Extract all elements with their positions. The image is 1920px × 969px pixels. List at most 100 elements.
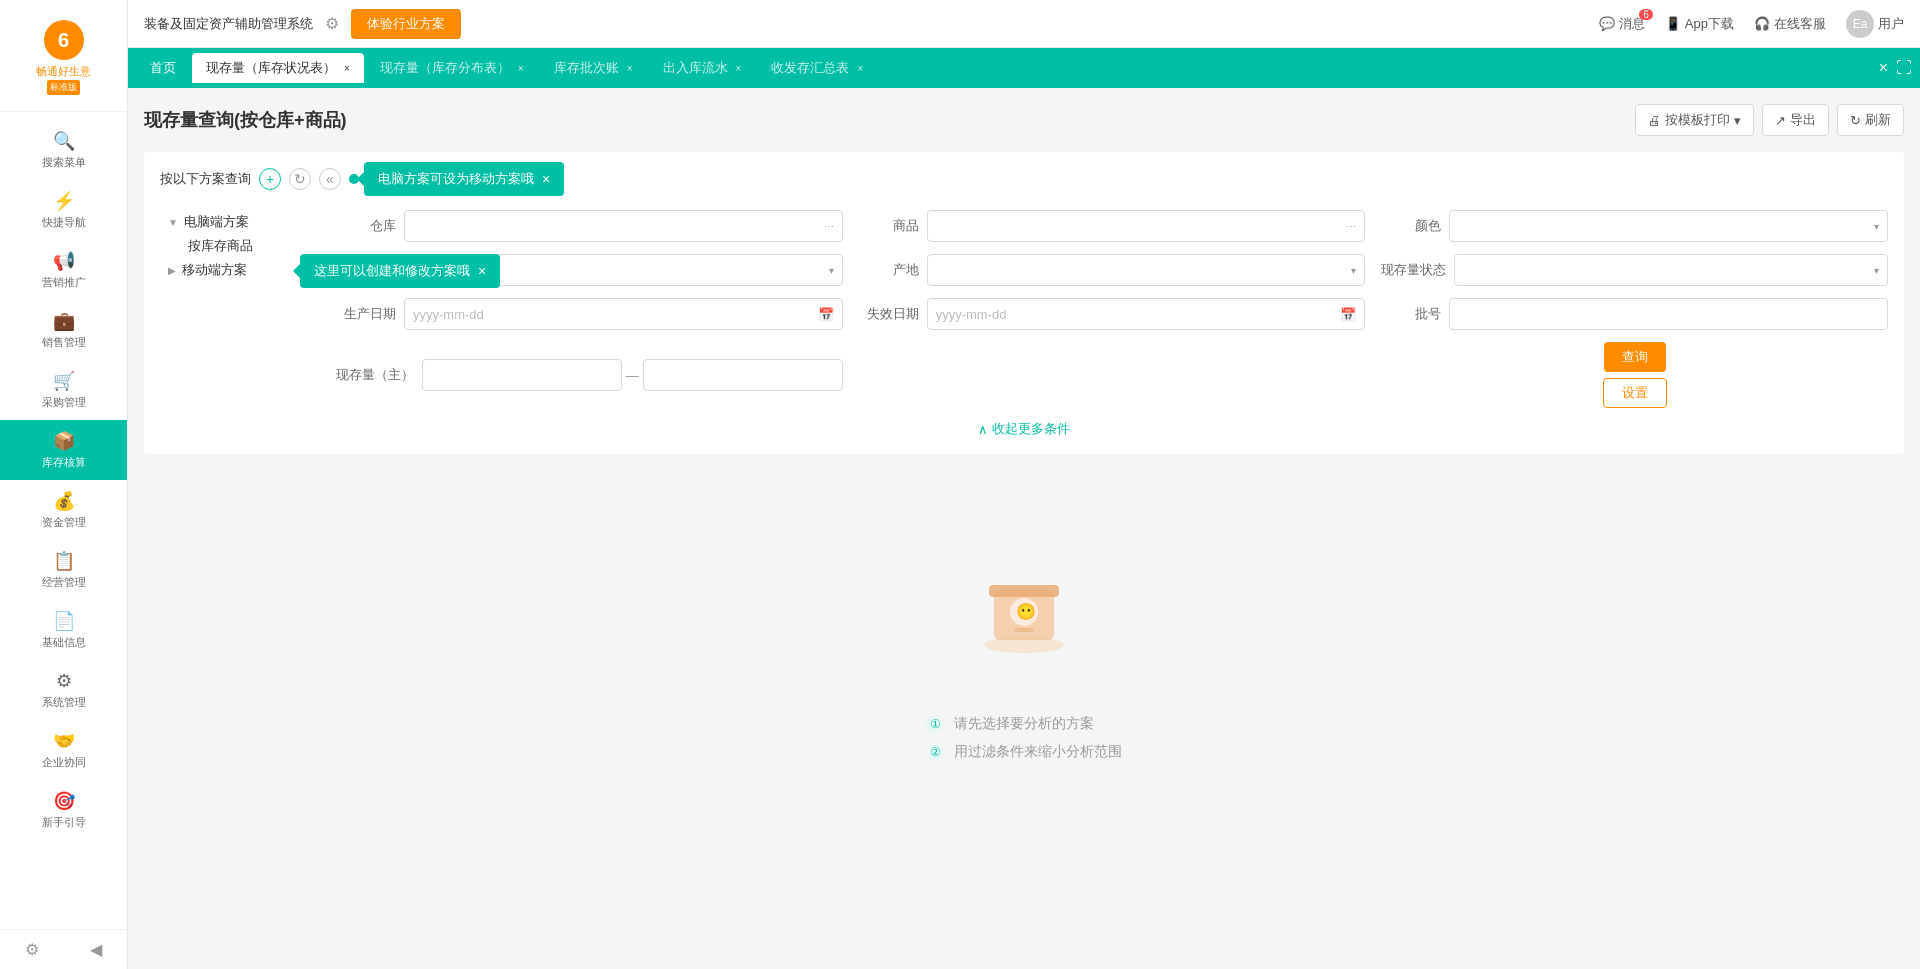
expand-arrow-icon: ▼	[168, 217, 178, 228]
support-icon: 🎧	[1754, 16, 1770, 31]
tab-close-icon[interactable]: ×	[518, 63, 524, 74]
scheme-child-label: 按库存商品	[188, 237, 253, 255]
purchase-icon: 🛒	[53, 370, 75, 392]
origin-select[interactable]: ▾	[927, 254, 1366, 286]
warehouse-select[interactable]: ⋯	[404, 210, 843, 242]
color-select[interactable]: ▾	[1449, 210, 1888, 242]
scheme-item-desktop[interactable]: ▼ 电脑端方案	[160, 210, 320, 234]
svg-rect-5	[1014, 628, 1034, 632]
goods-select[interactable]: ⋯	[927, 210, 1366, 242]
sidebar-item-marketing[interactable]: 📢 营销推广	[0, 240, 127, 300]
stock-status-select[interactable]: ▾	[1454, 254, 1888, 286]
print-button[interactable]: 🖨 按模板打印 ▾	[1635, 104, 1754, 136]
refresh-icon: ↻	[1850, 113, 1861, 128]
tab-close-all-btn[interactable]: ×	[1879, 59, 1888, 77]
tooltip-close-icon[interactable]: ×	[542, 171, 550, 187]
sidebar-item-finance[interactable]: 💰 资金管理	[0, 480, 127, 540]
sidebar-item-guide[interactable]: 🎯 新手引导	[0, 780, 127, 840]
tab-close-icon[interactable]: ×	[627, 63, 633, 74]
batch-no-input[interactable]	[1449, 298, 1888, 330]
svg-text:😶: 😶	[1016, 602, 1036, 621]
refresh-button[interactable]: ↻ 刷新	[1837, 104, 1904, 136]
trial-button[interactable]: 体验行业方案	[351, 9, 461, 39]
tab-batch-account[interactable]: 库存批次账 ×	[540, 53, 647, 83]
reset-button[interactable]: 设置	[1603, 378, 1667, 408]
sidebar-collapse-icon[interactable]: ◀	[90, 940, 102, 959]
tab-close-icon[interactable]: ×	[857, 63, 863, 74]
system-icon: ⚙	[56, 670, 72, 692]
print-chevron: ▾	[1734, 113, 1741, 128]
sidebar-item-operations[interactable]: 📋 经营管理	[0, 540, 127, 600]
sidebar-item-nav[interactable]: ⚡ 快捷导航	[0, 180, 127, 240]
export-button[interactable]: ↗ 导出	[1762, 104, 1829, 136]
online-support-item[interactable]: 🎧 在线客服	[1754, 15, 1826, 33]
stock-main-min-input[interactable]	[422, 359, 622, 391]
sidebar-item-label: 系统管理	[42, 695, 86, 710]
export-icon: ↗	[1775, 113, 1786, 128]
tooltip-text: 电脑方案可设为移动方案哦	[378, 170, 534, 188]
size-select-arrow: ▾	[829, 265, 834, 276]
tab-inventory-distribution[interactable]: 现存量（库存分布表） ×	[366, 53, 538, 83]
sidebar-item-basic-info[interactable]: 📄 基础信息	[0, 600, 127, 660]
notification-icon: 💬	[1599, 16, 1615, 31]
tab-close-icon[interactable]: ×	[736, 63, 742, 74]
header-gear-icon[interactable]: ⚙	[325, 14, 339, 33]
tab-home[interactable]: 首页	[136, 53, 190, 83]
filter-row-expiry-date: 失效日期 yyyy-mm-dd 📅	[859, 298, 1366, 330]
filter-row-production-date: 生产日期 yyyy-mm-dd 📅	[336, 298, 843, 330]
filter-refresh-button[interactable]: ↻	[289, 168, 311, 190]
production-date-input[interactable]: yyyy-mm-dd 📅	[404, 298, 843, 330]
stock-status-label: 现存量状态	[1381, 261, 1446, 279]
app-download-item[interactable]: 📱 App下载	[1665, 15, 1734, 33]
chevron-up-icon: ∧	[978, 422, 988, 437]
sidebar-footer: ⚙ ◀	[0, 929, 127, 969]
tab-label: 库存批次账	[554, 59, 619, 77]
tab-inout-flow[interactable]: 出入库流水 ×	[649, 53, 756, 83]
sidebar-item-sales[interactable]: 💼 销售管理	[0, 300, 127, 360]
page-actions: 🖨 按模板打印 ▾ ↗ 导出 ↻ 刷新	[1635, 104, 1904, 136]
tab-close-icon[interactable]: ×	[344, 63, 350, 74]
notification-item[interactable]: 💬 消息 6	[1599, 15, 1645, 33]
user-item[interactable]: Ea 用户	[1846, 10, 1904, 38]
filter-row-stock-status: 现存量状态 ▾	[1381, 254, 1888, 286]
search-reset-group: 查询 设置	[1381, 342, 1888, 408]
sidebar-settings-icon[interactable]: ⚙	[25, 940, 39, 959]
search-button[interactable]: 查询	[1604, 342, 1666, 372]
empty-state: 😶 ① 请先选择要分析的方案 ② 用过滤条件来缩小分析范围	[144, 470, 1904, 845]
expiry-date-input[interactable]: yyyy-mm-dd 📅	[927, 298, 1366, 330]
stock-main-label: 现存量（主）	[336, 366, 414, 384]
tooltip-scheme-create: 这里可以创建和修改方案哦 ×	[300, 254, 500, 288]
tooltip-scheme-mobile: 电脑方案可设为移动方案哦 ×	[364, 162, 564, 196]
stock-status-select-arrow: ▾	[1874, 265, 1879, 276]
tab-receipt-summary[interactable]: 收发存汇总表 ×	[757, 53, 877, 83]
production-date-label: 生产日期	[336, 305, 396, 323]
sidebar-item-label: 新手引导	[42, 815, 86, 830]
filter-section: 按以下方案查询 + ↻ « 电脑方案可设为移动方案哦 ×	[144, 152, 1904, 454]
collapse-more-btn[interactable]: ∧ 收起更多条件	[160, 420, 1888, 438]
sidebar-item-label: 经营管理	[42, 575, 86, 590]
print-icon: 🖨	[1648, 113, 1661, 128]
range-separator: —	[626, 368, 639, 383]
scheme-area: ▼ 电脑端方案 这里可以创建和修改方案哦 × 按库存商品	[160, 202, 1888, 408]
calendar-icon2: 📅	[1340, 307, 1356, 322]
header-right: 💬 消息 6 📱 App下载 🎧 在线客服 Ea 用户	[1599, 10, 1904, 38]
color-label: 颜色	[1381, 217, 1441, 235]
filter-add-button[interactable]: +	[259, 168, 281, 190]
tab-inventory-status[interactable]: 现存量（库存状况表） ×	[192, 53, 364, 83]
sidebar-item-enterprise[interactable]: 🤝 企业协同	[0, 720, 127, 780]
logo-text: 畅通好生意	[36, 64, 91, 78]
sidebar-item-purchase[interactable]: 🛒 采购管理	[0, 360, 127, 420]
tab-maximize-btn[interactable]: ⛶	[1896, 59, 1912, 77]
notification-badge: 6	[1639, 9, 1653, 20]
export-label: 导出	[1790, 111, 1816, 129]
tooltip2-close-icon[interactable]: ×	[478, 263, 486, 279]
sidebar-item-system[interactable]: ⚙ 系统管理	[0, 660, 127, 720]
sidebar-item-inventory[interactable]: 📦 库存核算	[0, 420, 127, 480]
sidebar-item-label: 营销推广	[42, 275, 86, 290]
tab-label: 现存量（库存分布表）	[380, 59, 510, 77]
empty-illustration: 😶	[964, 550, 1084, 689]
scheme-item-desktop-child[interactable]: 按库存商品	[180, 234, 320, 258]
stock-main-max-input[interactable]	[643, 359, 843, 391]
filter-back-button[interactable]: «	[319, 168, 341, 190]
sidebar-item-search[interactable]: 🔍 搜索菜单	[0, 120, 127, 180]
